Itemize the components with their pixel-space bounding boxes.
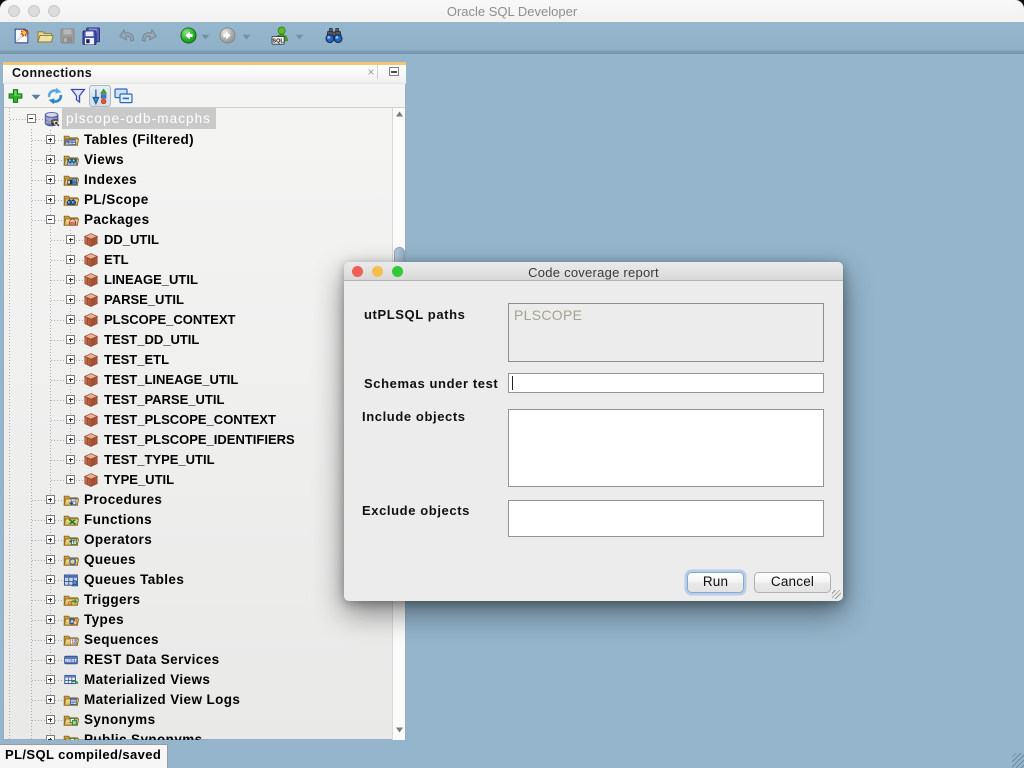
svg-text:REST: REST [65, 657, 77, 662]
svg-text:9: 9 [74, 620, 76, 624]
svg-text:2: 2 [74, 639, 77, 645]
